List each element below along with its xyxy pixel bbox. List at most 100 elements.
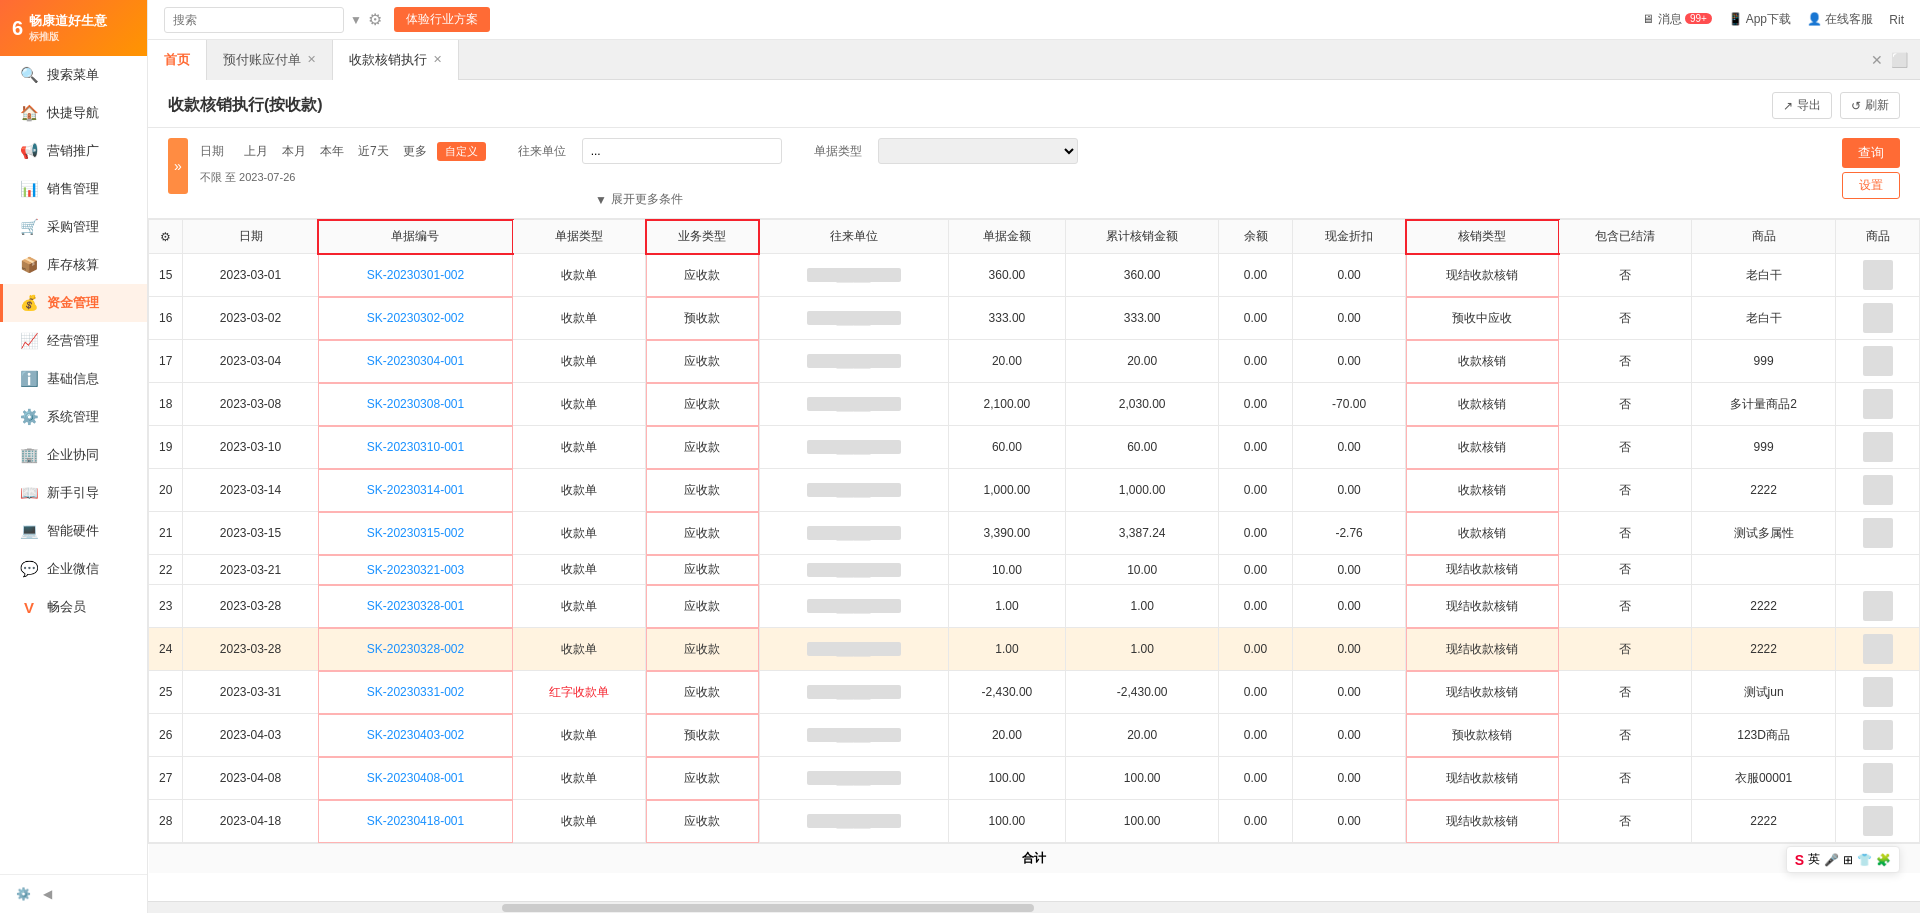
sidebar-item-system[interactable]: ⚙️ 系统管理 bbox=[0, 398, 147, 436]
th-goods2[interactable]: 商品 bbox=[1836, 220, 1920, 254]
doc-no-link[interactable]: SK-20230315-002 bbox=[367, 526, 464, 540]
doc-no-link[interactable]: SK-20230302-002 bbox=[367, 311, 464, 325]
table-row[interactable]: 28 2023-04-18 SK-20230418-001 收款单 应收款 ██… bbox=[149, 800, 1920, 844]
user-name[interactable]: Rit bbox=[1889, 13, 1904, 27]
tab-close-all-icon[interactable]: ✕ bbox=[1871, 52, 1883, 68]
query-button[interactable]: 查询 bbox=[1842, 138, 1900, 168]
doc-no-link[interactable]: SK-20230304-001 bbox=[367, 354, 464, 368]
th-date[interactable]: 日期 bbox=[183, 220, 318, 254]
sidebar-item-search[interactable]: 🔍 搜索菜单 bbox=[0, 56, 147, 94]
doc-no-link[interactable]: SK-20230314-001 bbox=[367, 483, 464, 497]
export-button[interactable]: ↗ 导出 bbox=[1772, 92, 1832, 119]
cell-goods1: 多计量商品2 bbox=[1692, 383, 1836, 426]
tab-home[interactable]: 首页 bbox=[148, 40, 207, 80]
sidebar-item-quicknav[interactable]: 🏠 快捷导航 bbox=[0, 94, 147, 132]
th-discount[interactable]: 现金折扣 bbox=[1292, 220, 1405, 254]
th-amount[interactable]: 单据金额 bbox=[948, 220, 1066, 254]
doc-no-link[interactable]: SK-20230408-001 bbox=[367, 771, 464, 785]
sidebar-item-hardware[interactable]: 💻 智能硬件 bbox=[0, 512, 147, 550]
doc-no-link[interactable]: SK-20230321-003 bbox=[367, 563, 464, 577]
cell-accum: 10.00 bbox=[1066, 555, 1219, 585]
sidebar-item-sales[interactable]: 📊 销售管理 bbox=[0, 170, 147, 208]
topbar-search-input[interactable] bbox=[164, 7, 344, 33]
doc-no-link[interactable]: SK-20230418-001 bbox=[367, 814, 464, 828]
refresh-button[interactable]: ↺ 刷新 bbox=[1840, 92, 1900, 119]
th-settings[interactable]: ⚙ bbox=[149, 220, 183, 254]
sidebar-item-enterprise[interactable]: 🏢 企业协同 bbox=[0, 436, 147, 474]
doc-no-link[interactable]: SK-20230328-001 bbox=[367, 599, 464, 613]
puzzle-icon[interactable]: 🧩 bbox=[1876, 853, 1891, 867]
th-partner[interactable]: 往来单位 bbox=[759, 220, 948, 254]
online-service-area[interactable]: 👤 在线客服 bbox=[1807, 11, 1873, 28]
grid-icon[interactable]: ⊞ bbox=[1843, 853, 1853, 867]
partner-input[interactable] bbox=[582, 138, 782, 164]
date-btn-more[interactable]: 更多 bbox=[399, 141, 431, 162]
table-row[interactable]: 23 2023-03-28 SK-20230328-001 收款单 应收款 ██… bbox=[149, 585, 1920, 628]
table-row[interactable]: 22 2023-03-21 SK-20230321-003 收款单 应收款 ██… bbox=[149, 555, 1920, 585]
tab-maximize-icon[interactable]: ⬜ bbox=[1891, 52, 1908, 68]
collapse-icon[interactable]: ◀ bbox=[43, 887, 52, 901]
table-row[interactable]: 27 2023-04-08 SK-20230408-001 收款单 应收款 ██… bbox=[149, 757, 1920, 800]
sidebar-item-purchase[interactable]: 🛒 采购管理 bbox=[0, 208, 147, 246]
table-row[interactable]: 25 2023-03-31 SK-20230331-002 红字收款单 应收款 … bbox=[149, 671, 1920, 714]
th-goods1[interactable]: 商品 bbox=[1692, 220, 1836, 254]
cell-balance: 0.00 bbox=[1219, 254, 1293, 297]
sidebar-item-wechat[interactable]: 💬 企业微信 bbox=[0, 550, 147, 588]
app-download-area[interactable]: 📱 App下载 bbox=[1728, 11, 1791, 28]
date-btn-this-month[interactable]: 本月 bbox=[278, 141, 310, 162]
horizontal-scrollbar[interactable] bbox=[148, 901, 1920, 913]
date-btn-this-year[interactable]: 本年 bbox=[316, 141, 348, 162]
th-doc-type[interactable]: 单据类型 bbox=[513, 220, 646, 254]
th-biz-type[interactable]: 业务类型 bbox=[646, 220, 759, 254]
tab-prepay[interactable]: 预付账应付单 ✕ bbox=[207, 40, 333, 80]
settings-icon[interactable]: ⚙️ bbox=[16, 887, 31, 901]
date-btn-7days[interactable]: 近7天 bbox=[354, 141, 393, 162]
shirt-icon[interactable]: 👕 bbox=[1857, 853, 1872, 867]
doc-no-link[interactable]: SK-20230310-001 bbox=[367, 440, 464, 454]
topbar-gear-icon[interactable]: ⚙ bbox=[368, 10, 382, 29]
table-row[interactable]: 16 2023-03-02 SK-20230302-002 收款单 预收款 ██… bbox=[149, 297, 1920, 340]
table-row[interactable]: 17 2023-03-04 SK-20230304-001 收款单 应收款 ██… bbox=[149, 340, 1920, 383]
th-included[interactable]: 包含已结清 bbox=[1559, 220, 1692, 254]
table-row[interactable]: 21 2023-03-15 SK-20230315-002 收款单 应收款 ██… bbox=[149, 512, 1920, 555]
tab-receipt-close[interactable]: ✕ bbox=[433, 53, 442, 66]
cell-doc-type: 收款单 bbox=[513, 297, 646, 340]
mic-icon[interactable]: 🎤 bbox=[1824, 853, 1839, 867]
filter-collapse-button[interactable]: » bbox=[168, 138, 188, 194]
table-row[interactable]: 18 2023-03-08 SK-20230308-001 收款单 应收款 ██… bbox=[149, 383, 1920, 426]
th-balance[interactable]: 余额 bbox=[1219, 220, 1293, 254]
table-area[interactable]: ⚙ 日期 单据编号 单据类型 业务类型 往来单位 单据金额 累计核销金额 余额 … bbox=[148, 219, 1920, 901]
doc-type-select[interactable] bbox=[878, 138, 1078, 164]
message-area[interactable]: 🖥 消息 99+ bbox=[1642, 11, 1712, 28]
th-accum[interactable]: 累计核销金额 bbox=[1066, 220, 1219, 254]
th-doc-no[interactable]: 单据编号 bbox=[318, 220, 513, 254]
sidebar-item-member[interactable]: V 畅会员 bbox=[0, 588, 147, 626]
sidebar-item-marketing[interactable]: 📢 营销推广 bbox=[0, 132, 147, 170]
table-row[interactable]: 19 2023-03-10 SK-20230310-001 收款单 应收款 ██… bbox=[149, 426, 1920, 469]
scroll-thumb[interactable] bbox=[502, 904, 1034, 912]
sidebar-item-inventory[interactable]: 📦 库存核算 bbox=[0, 246, 147, 284]
doc-no-link[interactable]: SK-20230328-002 bbox=[367, 642, 464, 656]
industry-solution-button[interactable]: 体验行业方案 bbox=[394, 7, 490, 32]
table-row[interactable]: 15 2023-03-01 SK-20230301-002 收款单 应收款 ██… bbox=[149, 254, 1920, 297]
table-row[interactable]: 24 2023-03-28 SK-20230328-002 收款单 应收款 ██… bbox=[149, 628, 1920, 671]
doc-no-link[interactable]: SK-20230301-002 bbox=[367, 268, 464, 282]
sidebar-item-finance[interactable]: 💰 资金管理 bbox=[0, 284, 147, 322]
tab-prepay-close[interactable]: ✕ bbox=[307, 53, 316, 66]
table-row[interactable]: 26 2023-04-03 SK-20230403-002 收款单 预收款 ██… bbox=[149, 714, 1920, 757]
filter-settings-button[interactable]: 设置 bbox=[1842, 172, 1900, 199]
date-btn-custom[interactable]: 自定义 bbox=[437, 142, 486, 161]
sidebar-item-guide[interactable]: 📖 新手引导 bbox=[0, 474, 147, 512]
topbar-dropdown-icon[interactable]: ▼ bbox=[350, 13, 362, 27]
date-btn-last-month[interactable]: 上月 bbox=[240, 141, 272, 162]
tab-receipt-exec[interactable]: 收款核销执行 ✕ bbox=[333, 40, 459, 80]
expand-filter-button[interactable]: ▼ 展开更多条件 bbox=[595, 191, 683, 208]
table-row[interactable]: 20 2023-03-14 SK-20230314-001 收款单 应收款 ██… bbox=[149, 469, 1920, 512]
doc-no-link[interactable]: SK-20230331-002 bbox=[367, 685, 464, 699]
th-verify-type[interactable]: 核销类型 bbox=[1406, 220, 1559, 254]
doc-no-link[interactable]: SK-20230403-002 bbox=[367, 728, 464, 742]
doc-no-link[interactable]: SK-20230308-001 bbox=[367, 397, 464, 411]
sidebar-item-basic[interactable]: ℹ️ 基础信息 bbox=[0, 360, 147, 398]
partner-filter-label: 往来单位 bbox=[518, 143, 566, 160]
sidebar-item-operations[interactable]: 📈 经营管理 bbox=[0, 322, 147, 360]
